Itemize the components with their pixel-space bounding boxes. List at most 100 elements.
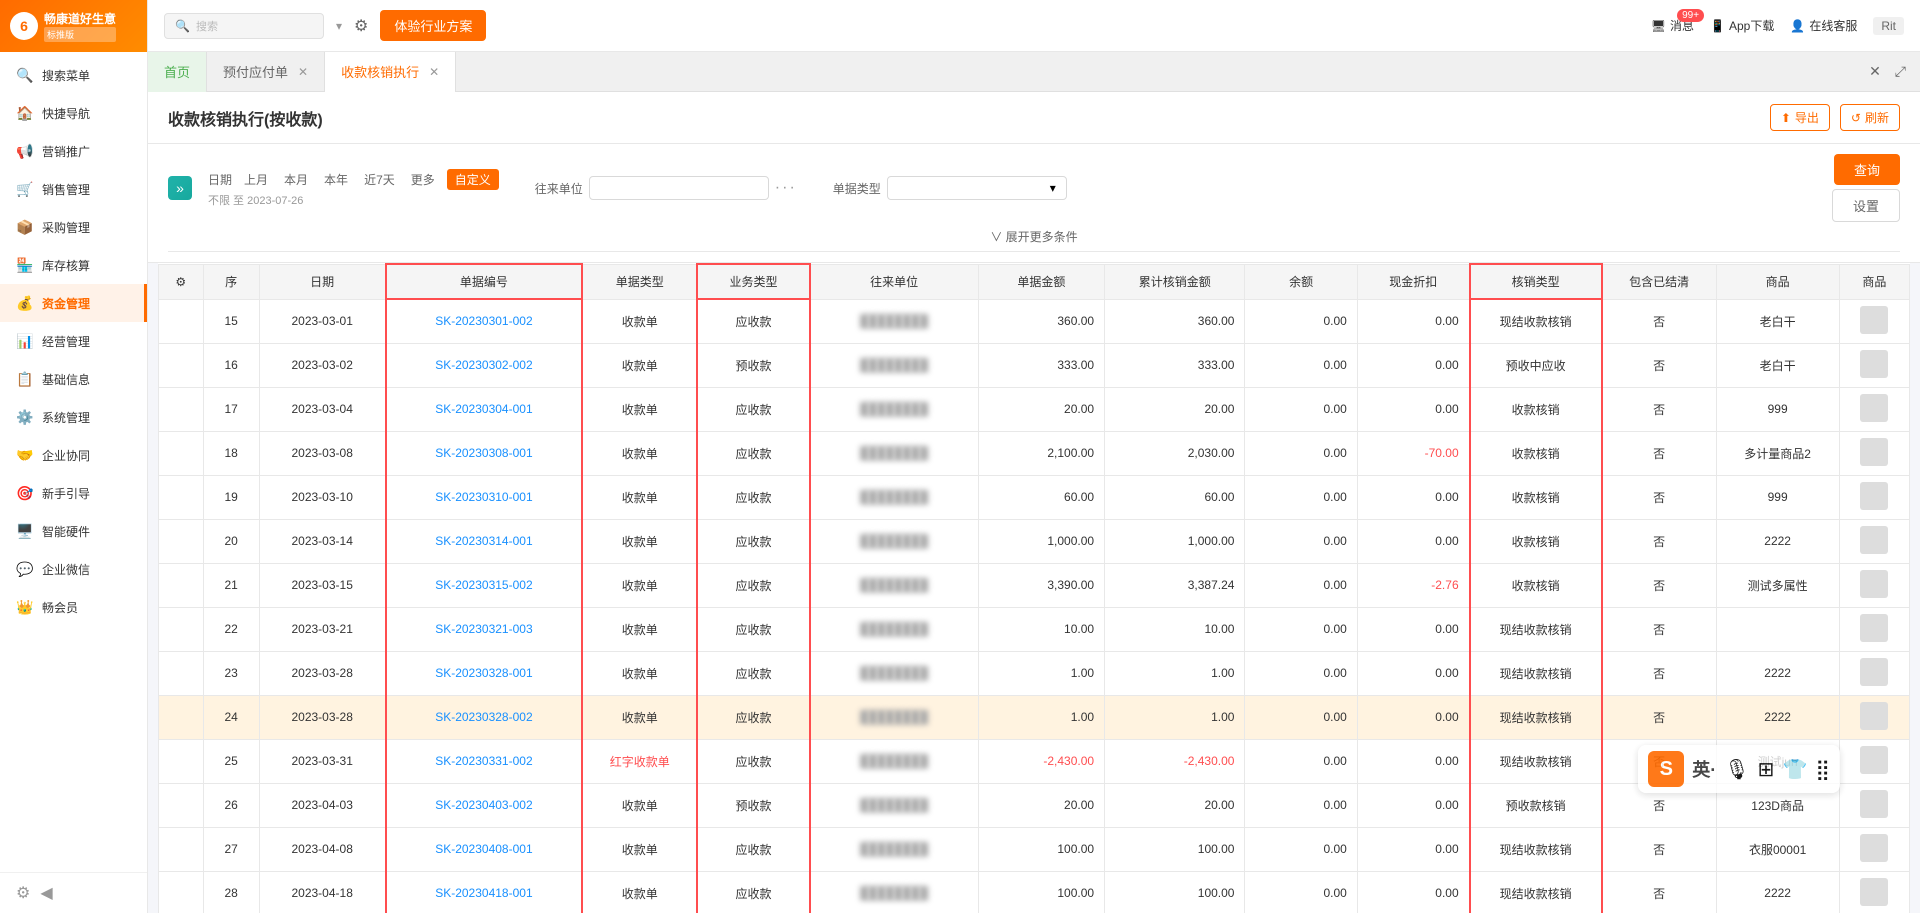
td-gear-8[interactable] <box>159 651 204 695</box>
table-row: 15 2023-03-01 SK-20230301-002 收款单 应收款 ██… <box>159 299 1910 343</box>
td-gear-11[interactable] <box>159 783 204 827</box>
date-this-month[interactable]: 本月 <box>278 169 314 190</box>
td-partner-13: ████████ <box>810 871 979 913</box>
td-goods-img-1 <box>1839 343 1909 387</box>
partner-label: 往来单位 <box>535 180 583 197</box>
td-gear-10[interactable] <box>159 739 204 783</box>
td-cum-amount-11: 20.00 <box>1105 783 1245 827</box>
sidebar-item-marketing[interactable]: 📢 营销推广 <box>0 132 147 170</box>
sidebar-item-basics[interactable]: 📋 基础信息 <box>0 360 147 398</box>
td-doc-type-12: 收款单 <box>582 827 697 871</box>
industry-solution-button[interactable]: 体验行业方案 <box>380 10 486 41</box>
service-label: 在线客服 <box>1809 17 1857 34</box>
tab-maximize-btn[interactable]: ⤢ <box>1891 59 1910 84</box>
th-biz-type: 业务类型 <box>697 264 809 299</box>
td-gear-3[interactable] <box>159 431 204 475</box>
td-doc-no-12[interactable]: SK-20230408-001 <box>386 827 583 871</box>
topbar-search[interactable]: 🔍 搜索 <box>164 13 324 39</box>
date-custom-btn[interactable]: 自定义 <box>447 169 499 190</box>
sidebar-item-operations[interactable]: 📊 经营管理 <box>0 322 147 360</box>
th-doc-no: 单据编号 <box>386 264 583 299</box>
filter-toggle-button[interactable]: » <box>168 176 192 200</box>
td-balance-10: 0.00 <box>1245 739 1357 783</box>
td-doc-no-13[interactable]: SK-20230418-001 <box>386 871 583 913</box>
collapse-icon[interactable]: ◀ <box>40 883 52 903</box>
tab-prepay[interactable]: 预付应付单 ✕ <box>207 52 325 92</box>
sidebar-item-search[interactable]: 🔍 搜索菜单 <box>0 56 147 94</box>
date-7days[interactable]: 近7天 <box>358 169 401 190</box>
sidebar-item-system[interactable]: ⚙️ 系统管理 <box>0 398 147 436</box>
td-doc-no-0[interactable]: SK-20230301-002 <box>386 299 583 343</box>
td-doc-no-7[interactable]: SK-20230321-003 <box>386 607 583 651</box>
td-doc-no-11[interactable]: SK-20230403-002 <box>386 783 583 827</box>
td-gear-7[interactable] <box>159 607 204 651</box>
query-button[interactable]: 查询 <box>1834 154 1900 185</box>
receipt-tab-close[interactable]: ✕ <box>429 65 439 79</box>
table-row: 27 2023-04-08 SK-20230408-001 收款单 应收款 ██… <box>159 827 1910 871</box>
topbar-user[interactable]: Rit <box>1873 17 1904 35</box>
td-doc-no-9[interactable]: SK-20230328-002 <box>386 695 583 739</box>
td-cum-amount-2: 20.00 <box>1105 387 1245 431</box>
sidebar-item-hardware[interactable]: 🖥️ 智能硬件 <box>0 512 147 550</box>
refresh-button[interactable]: ↺ 刷新 <box>1840 104 1900 131</box>
td-include-clear-1: 否 <box>1602 343 1716 387</box>
th-gear[interactable]: ⚙ <box>159 264 204 299</box>
sidebar-item-sales[interactable]: 🛒 销售管理 <box>0 170 147 208</box>
td-gear-2[interactable] <box>159 387 204 431</box>
td-doc-no-6[interactable]: SK-20230315-002 <box>386 563 583 607</box>
topbar-message[interactable]: 🖥 消息 99+ <box>1651 17 1694 34</box>
td-gear-13[interactable] <box>159 871 204 913</box>
td-gear-6[interactable] <box>159 563 204 607</box>
td-doc-no-3[interactable]: SK-20230308-001 <box>386 431 583 475</box>
td-doc-no-1[interactable]: SK-20230302-002 <box>386 343 583 387</box>
td-goods-6: 测试多属性 <box>1716 563 1839 607</box>
topbar-online-service[interactable]: 👤 在线客服 <box>1790 17 1857 34</box>
prepay-tab-label: 预付应付单 <box>223 62 288 81</box>
date-last-month[interactable]: 上月 <box>238 169 274 190</box>
td-biz-type-0: 应收款 <box>697 299 809 343</box>
partner-input[interactable] <box>589 176 769 200</box>
topbar-gear-icon[interactable]: ⚙ <box>354 16 368 36</box>
td-partner-3: ████████ <box>810 431 979 475</box>
td-gear-12[interactable] <box>159 827 204 871</box>
prepay-tab-close[interactable]: ✕ <box>298 65 308 79</box>
tab-home[interactable]: 首页 <box>148 52 207 92</box>
filter-settings-button[interactable]: 设置 <box>1832 189 1900 222</box>
td-doc-no-2[interactable]: SK-20230304-001 <box>386 387 583 431</box>
topbar-right: 🖥 消息 99+ 📱 App下载 👤 在线客服 Rit <box>1651 17 1904 35</box>
td-doc-no-8[interactable]: SK-20230328-001 <box>386 651 583 695</box>
td-balance-6: 0.00 <box>1245 563 1357 607</box>
td-gear-5[interactable] <box>159 519 204 563</box>
export-button[interactable]: ⬆ 导出 <box>1770 104 1830 131</box>
topbar-dropdown-arrow[interactable]: ▾ <box>336 19 342 33</box>
funds-icon: 💰 <box>16 294 34 312</box>
topbar-app-download[interactable]: 📱 App下载 <box>1710 17 1774 34</box>
sidebar-item-funds[interactable]: 💰 资金管理 <box>0 284 147 322</box>
expand-button[interactable]: ∨ 展开更多条件 <box>990 228 1077 245</box>
tab-receipt[interactable]: 收款核销执行 ✕ <box>325 52 456 92</box>
td-doc-no-4[interactable]: SK-20230310-001 <box>386 475 583 519</box>
doc-type-select[interactable]: ▾ <box>887 176 1067 200</box>
td-gear-9[interactable] <box>159 695 204 739</box>
td-gear-0[interactable] <box>159 299 204 343</box>
date-more[interactable]: 更多 <box>405 169 441 190</box>
td-doc-no-5[interactable]: SK-20230314-001 <box>386 519 583 563</box>
td-gear-1[interactable] <box>159 343 204 387</box>
tab-close-btn[interactable]: ✕ <box>1865 59 1885 84</box>
td-goods-img-9 <box>1839 695 1909 739</box>
sidebar-item-enterprise[interactable]: 🤝 企业协同 <box>0 436 147 474</box>
date-this-year[interactable]: 本年 <box>318 169 354 190</box>
td-gear-4[interactable] <box>159 475 204 519</box>
td-cum-amount-0: 360.00 <box>1105 299 1245 343</box>
td-seq-10: 25 <box>203 739 259 783</box>
settings-bottom-icon[interactable]: ⚙ <box>16 883 30 903</box>
td-seq-6: 21 <box>203 563 259 607</box>
sidebar-item-wechat[interactable]: 💬 企业微信 <box>0 550 147 588</box>
sidebar-item-member[interactable]: 👑 畅会员 <box>0 588 147 626</box>
td-cash-discount-8: 0.00 <box>1357 651 1469 695</box>
sidebar-item-guide[interactable]: 🎯 新手引导 <box>0 474 147 512</box>
sidebar-item-inventory[interactable]: 🏪 库存核算 <box>0 246 147 284</box>
td-doc-no-10[interactable]: SK-20230331-002 <box>386 739 583 783</box>
sidebar-item-purchase[interactable]: 📦 采购管理 <box>0 208 147 246</box>
sidebar-item-quicknav[interactable]: 🏠 快捷导航 <box>0 94 147 132</box>
